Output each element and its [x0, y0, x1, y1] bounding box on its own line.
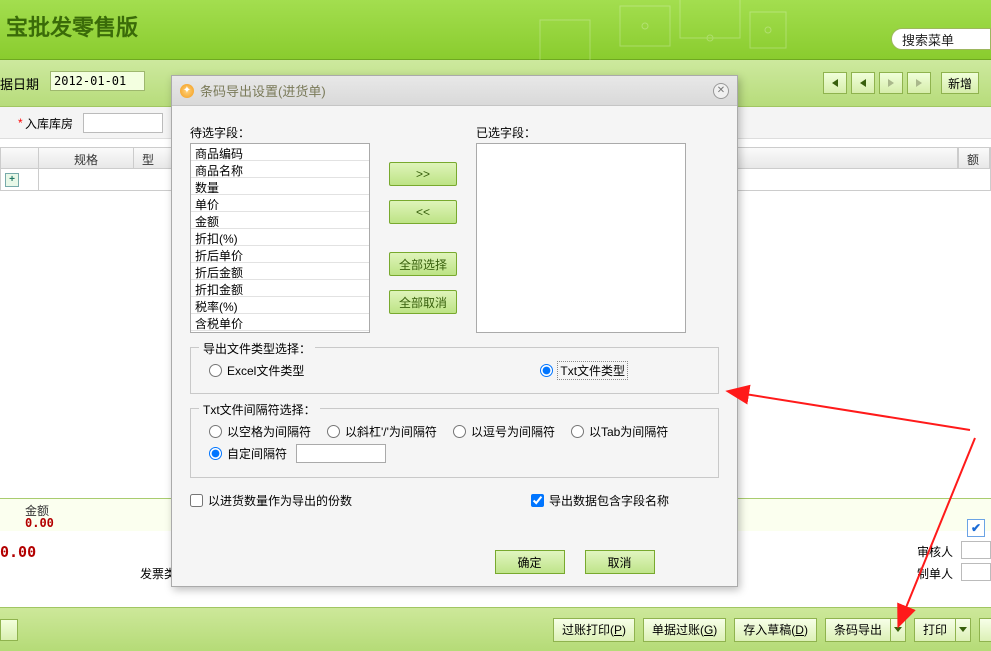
nav-prev-button[interactable] — [851, 72, 875, 94]
new-doc-button[interactable]: 新增 — [941, 72, 979, 94]
app-title: 宝批发零售版 — [6, 10, 138, 42]
grid-header-spec: 规格 — [39, 148, 134, 168]
barcode-export-splitbutton[interactable]: 条码导出 — [825, 618, 906, 642]
bottom-tail-button[interactable] — [979, 618, 991, 642]
sep-space-radio[interactable] — [209, 425, 222, 438]
filetype-excel-radio[interactable] — [209, 364, 222, 377]
auditor-input[interactable] — [961, 541, 991, 559]
warehouse-input[interactable] — [83, 113, 163, 133]
creator-label: 制单人 — [917, 565, 953, 582]
dialog-titlebar: ✦ 条码导出设置(进货单) ✕ — [172, 76, 737, 106]
doc-date-input[interactable] — [50, 71, 145, 91]
available-field-item[interactable]: 折扣金额 — [191, 280, 369, 297]
sep-custom-radio[interactable] — [209, 447, 222, 460]
available-field-item[interactable]: 商品编码 — [191, 144, 369, 161]
deselect-all-button[interactable]: 全部取消 — [389, 290, 457, 314]
separator-group: Txt文件间隔符选择： 以空格为间隔符 以斜杠'/'为间隔符 以逗号为间隔符 以… — [190, 408, 719, 478]
dialog-cancel-button[interactable]: 取消 — [585, 550, 655, 574]
barcode-export-dialog: ✦ 条码导出设置(进货单) ✕ 待选字段： 商品编码商品名称数量单价金额折扣(%… — [171, 75, 738, 587]
qty-copies-label[interactable]: 以进货数量作为导出的份数 — [208, 492, 352, 509]
big-amount: 0.00 — [0, 543, 36, 561]
include-header-checkbox[interactable] — [531, 494, 544, 507]
creator-input[interactable] — [961, 563, 991, 581]
warehouse-label: 入库库房 — [25, 115, 73, 132]
dialog-title-icon: ✦ — [180, 84, 194, 98]
search-input[interactable] — [958, 30, 990, 48]
amount-value: 0.00 — [25, 516, 54, 530]
bottom-left-button[interactable] — [0, 619, 18, 641]
grid-header-amount: 额 — [958, 148, 990, 168]
menu-search[interactable]: 搜索菜单 — [891, 28, 991, 50]
available-field-item[interactable]: 折后单价 — [191, 246, 369, 263]
sep-space-label[interactable]: 以空格为间隔符 — [227, 423, 311, 440]
dialog-ok-button[interactable]: 确定 — [495, 550, 565, 574]
post-button[interactable]: 单据过账(G) — [643, 618, 726, 642]
barcode-export-label[interactable]: 条码导出 — [825, 618, 890, 642]
auditor-label: 审核人 — [917, 543, 953, 560]
grid-header-model: 型 — [134, 148, 174, 168]
move-left-button[interactable]: << — [389, 200, 457, 224]
sep-custom-label[interactable]: 自定间隔符 — [227, 445, 287, 462]
bottom-action-bar: 过账打印(P) 单据过账(G) 存入草稿(D) 条码导出 打印 — [0, 607, 991, 651]
available-field-item[interactable]: 单价 — [191, 195, 369, 212]
sep-custom-input[interactable] — [296, 444, 386, 463]
print-dropdown-icon[interactable] — [955, 618, 971, 642]
available-field-item[interactable]: 税率(%) — [191, 297, 369, 314]
move-right-button[interactable]: >> — [389, 162, 457, 186]
filetype-txt-label[interactable]: Txt文件类型 — [558, 362, 627, 379]
separator-group-label: Txt文件间隔符选择： — [199, 401, 320, 418]
nav-last-button[interactable] — [907, 72, 931, 94]
available-field-item[interactable]: 折扣(%) — [191, 229, 369, 246]
search-label: 搜索菜单 — [902, 30, 954, 49]
filetype-txt-radio[interactable] — [540, 364, 553, 377]
grid-add-row-icon[interactable]: + — [5, 173, 19, 187]
include-header-label[interactable]: 导出数据包含字段名称 — [549, 492, 669, 509]
file-type-group-label: 导出文件类型选择： — [199, 340, 315, 357]
save-draft-button[interactable]: 存入草稿(D) — [734, 618, 817, 642]
nav-next-button[interactable] — [879, 72, 903, 94]
sep-comma-radio[interactable] — [453, 425, 466, 438]
doc-date-label: 据日期 — [0, 74, 39, 93]
qty-copies-checkbox[interactable] — [190, 494, 203, 507]
barcode-export-dropdown-icon[interactable] — [890, 618, 906, 642]
required-marker: * — [18, 116, 23, 130]
available-field-item[interactable]: 折后金额 — [191, 263, 369, 280]
grid-header-index — [1, 148, 39, 168]
sep-comma-label[interactable]: 以逗号为间隔符 — [471, 423, 555, 440]
selected-fields-label: 已选字段： — [476, 124, 686, 141]
available-fields-listbox[interactable]: 商品编码商品名称数量单价金额折扣(%)折后单价折后金额折扣金额税率(%)含税单价 — [190, 143, 370, 333]
filetype-excel-label[interactable]: Excel文件类型 — [227, 362, 304, 379]
selected-fields-listbox[interactable] — [476, 143, 686, 333]
top-banner: 宝批发零售版 搜索菜单 — [0, 0, 991, 60]
post-print-button[interactable]: 过账打印(P) — [553, 618, 635, 642]
available-field-item[interactable]: 含税单价 — [191, 314, 369, 331]
nav-first-button[interactable] — [823, 72, 847, 94]
available-field-item[interactable]: 数量 — [191, 178, 369, 195]
dialog-title-text: 条码导出设置(进货单) — [200, 81, 326, 100]
sep-tab-label[interactable]: 以Tab为间隔符 — [589, 423, 668, 440]
sep-tab-radio[interactable] — [571, 425, 584, 438]
print-label[interactable]: 打印 — [914, 618, 955, 642]
sep-slash-radio[interactable] — [327, 425, 340, 438]
available-fields-label: 待选字段： — [190, 124, 370, 141]
print-splitbutton[interactable]: 打印 — [914, 618, 971, 642]
available-field-item[interactable]: 商品名称 — [191, 161, 369, 178]
select-all-button[interactable]: 全部选择 — [389, 252, 457, 276]
dialog-close-button[interactable]: ✕ — [713, 83, 729, 99]
file-type-group: 导出文件类型选择： Excel文件类型 Txt文件类型 — [190, 347, 719, 394]
sep-slash-label[interactable]: 以斜杠'/'为间隔符 — [345, 423, 437, 440]
available-field-item[interactable]: 金额 — [191, 212, 369, 229]
